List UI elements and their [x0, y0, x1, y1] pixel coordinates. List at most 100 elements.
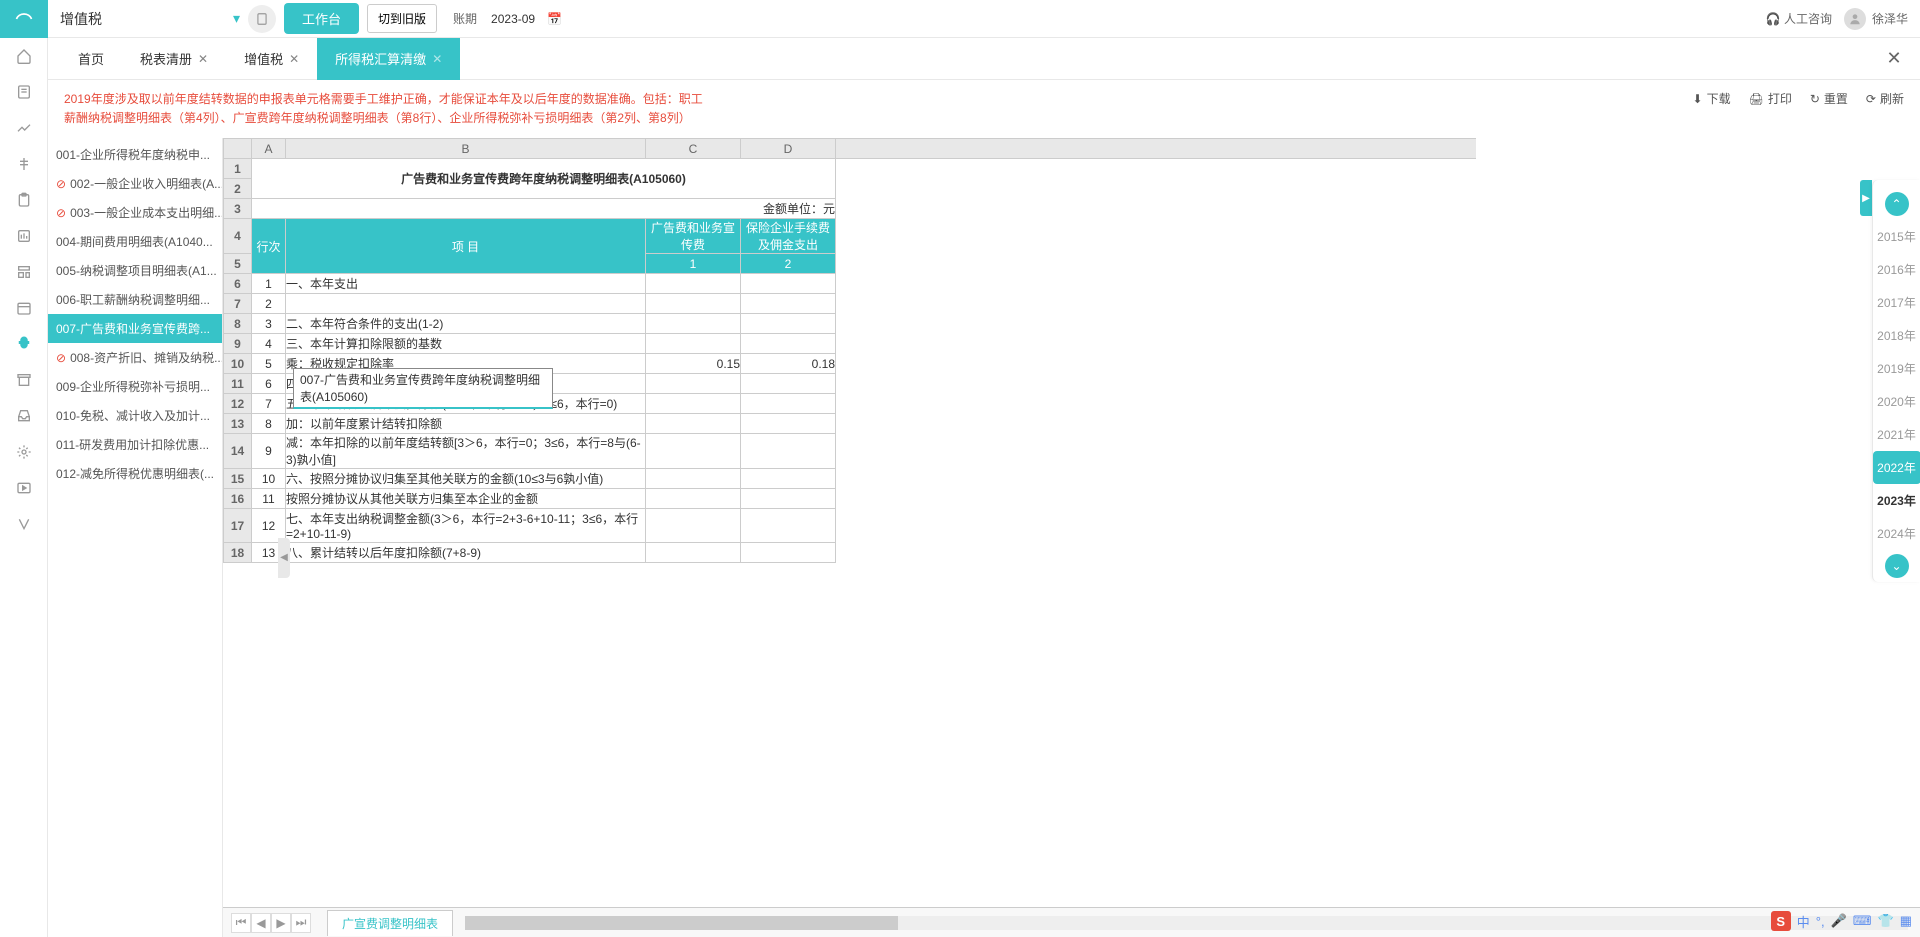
form-item[interactable]: ⊘008-资产折旧、摊销及纳税...: [48, 343, 222, 372]
year-2015年[interactable]: 2015年: [1873, 220, 1920, 253]
calendar-picker-icon[interactable]: 📅: [547, 12, 562, 26]
doc-icon[interactable]: [0, 74, 48, 110]
workbench-button[interactable]: 工作台: [284, 3, 359, 34]
year-2020年[interactable]: 2020年: [1873, 385, 1920, 418]
form-item[interactable]: ⊘003-一般企业成本支出明细...: [48, 198, 222, 227]
cell[interactable]: [741, 543, 836, 563]
tab-close-icon[interactable]: ✕: [432, 52, 442, 66]
year-down-icon[interactable]: ⌄: [1885, 554, 1909, 578]
download-button[interactable]: ⬇ 下载: [1693, 90, 1731, 107]
cell[interactable]: [646, 434, 741, 469]
year-2018年[interactable]: 2018年: [1873, 319, 1920, 352]
tab-close-icon[interactable]: ✕: [289, 52, 299, 66]
year-up-icon[interactable]: ⌃: [1885, 192, 1909, 216]
ime-mic-icon[interactable]: 🎤: [1831, 913, 1847, 929]
form-item[interactable]: 009-企业所得税弥补亏损明...: [48, 372, 222, 401]
money-icon[interactable]: [0, 146, 48, 182]
cell[interactable]: [741, 434, 836, 469]
sheet-nav-next-icon[interactable]: ▶: [271, 913, 291, 933]
year-2019年[interactable]: 2019年: [1873, 352, 1920, 385]
cell[interactable]: [646, 274, 741, 294]
cell[interactable]: [741, 414, 836, 434]
home-icon[interactable]: [0, 38, 48, 74]
cell[interactable]: [646, 314, 741, 334]
cell[interactable]: 0.15: [646, 354, 741, 374]
cell[interactable]: [646, 509, 741, 543]
sheet-nav-last-icon[interactable]: ⏭: [291, 913, 311, 933]
cell[interactable]: [741, 294, 836, 314]
cell[interactable]: [741, 374, 836, 394]
tab-增值税[interactable]: 增值税✕: [226, 38, 317, 80]
cell[interactable]: [646, 374, 741, 394]
cell[interactable]: [646, 294, 741, 314]
cell[interactable]: [741, 274, 836, 294]
chart-icon[interactable]: [0, 110, 48, 146]
template-icon[interactable]: [0, 254, 48, 290]
logo-icon[interactable]: [0, 0, 48, 38]
horizontal-scrollbar[interactable]: [465, 916, 1908, 930]
sheet-nav-first-icon[interactable]: ⏮: [231, 913, 251, 933]
sheet-tab[interactable]: 广宣费调整明细表: [327, 910, 453, 936]
cell[interactable]: [646, 543, 741, 563]
ime-lang[interactable]: 中: [1797, 912, 1810, 931]
form-item[interactable]: 012-减免所得税优惠明细表(...: [48, 459, 222, 488]
year-2017年[interactable]: 2017年: [1873, 286, 1920, 319]
report-icon[interactable]: [0, 218, 48, 254]
form-item[interactable]: ⊘002-一般企业收入明细表(A...: [48, 169, 222, 198]
reset-button[interactable]: ↻ 重置: [1810, 90, 1848, 107]
period-value[interactable]: 2023-09: [491, 12, 535, 26]
year-2024年[interactable]: 2024年: [1873, 517, 1920, 550]
form-item[interactable]: 006-职工薪酬纳税调整明细...: [48, 285, 222, 314]
year-2021年[interactable]: 2021年: [1873, 418, 1920, 451]
year-2022年[interactable]: 2022年: [1873, 451, 1920, 484]
cell[interactable]: [646, 469, 741, 489]
tab-税表清册[interactable]: 税表清册✕: [122, 38, 226, 80]
ime-keyboard-icon[interactable]: ⌨: [1853, 913, 1872, 929]
form-item[interactable]: 011-研发费用加计扣除优惠...: [48, 430, 222, 459]
sheet-nav-prev-icon[interactable]: ◀: [251, 913, 271, 933]
support-link[interactable]: 🎧 人工咨询: [1766, 10, 1832, 27]
cell[interactable]: [741, 334, 836, 354]
form-item[interactable]: 005-纳税调整项目明细表(A1...: [48, 256, 222, 285]
archive-icon[interactable]: [0, 362, 48, 398]
clipboard-icon[interactable]: [0, 182, 48, 218]
cell[interactable]: [741, 509, 836, 543]
refresh-button[interactable]: ⟳ 刷新: [1866, 90, 1904, 107]
cell[interactable]: [646, 334, 741, 354]
cell[interactable]: [741, 314, 836, 334]
ime-skin-icon[interactable]: 👕: [1878, 913, 1894, 929]
inbox-icon[interactable]: [0, 398, 48, 434]
tab-首页[interactable]: 首页: [60, 38, 122, 80]
user-menu[interactable]: 徐泽华: [1844, 8, 1908, 30]
company-selector[interactable]: 增值税 ▾: [60, 9, 240, 29]
year-2016年[interactable]: 2016年: [1873, 253, 1920, 286]
close-all-tabs-icon[interactable]: ✕: [1880, 45, 1908, 73]
cell[interactable]: [741, 469, 836, 489]
form-item[interactable]: 010-免税、减计收入及加计...: [48, 401, 222, 430]
calendar-icon[interactable]: [0, 290, 48, 326]
video-icon[interactable]: [0, 470, 48, 506]
ime-grid-icon[interactable]: ▦: [1900, 913, 1912, 929]
form-item[interactable]: 001-企业所得税年度纳税申...: [48, 140, 222, 169]
ime-punct-icon[interactable]: °,: [1816, 914, 1825, 929]
cell[interactable]: [741, 489, 836, 509]
ime-badge-icon[interactable]: S: [1771, 911, 1791, 931]
tax-icon[interactable]: [0, 326, 48, 362]
cell[interactable]: 0.18: [741, 354, 836, 374]
tab-close-icon[interactable]: ✕: [198, 52, 208, 66]
print-button[interactable]: 🖨 打印: [1749, 90, 1792, 107]
collapse-handle-icon[interactable]: ◀: [278, 538, 290, 578]
formula-name-box[interactable]: 007-广告费和业务宣传费跨年度纳税调整明细表(A105060): [293, 368, 553, 409]
cell[interactable]: [646, 414, 741, 434]
cell[interactable]: [646, 489, 741, 509]
form-item[interactable]: 004-期间费用明细表(A1040...: [48, 227, 222, 256]
tab-所得税汇算清缴[interactable]: 所得税汇算清缴✕: [317, 38, 460, 80]
cell[interactable]: [646, 394, 741, 414]
year-2023年[interactable]: 2023年: [1873, 484, 1920, 517]
settings-icon[interactable]: [0, 434, 48, 470]
form-item[interactable]: 007-广告费和业务宣传费跨...: [48, 314, 222, 343]
note-button[interactable]: [248, 5, 276, 33]
expand-right-panel-icon[interactable]: ▶: [1860, 180, 1872, 216]
v-icon[interactable]: [0, 506, 48, 542]
cell[interactable]: [741, 394, 836, 414]
